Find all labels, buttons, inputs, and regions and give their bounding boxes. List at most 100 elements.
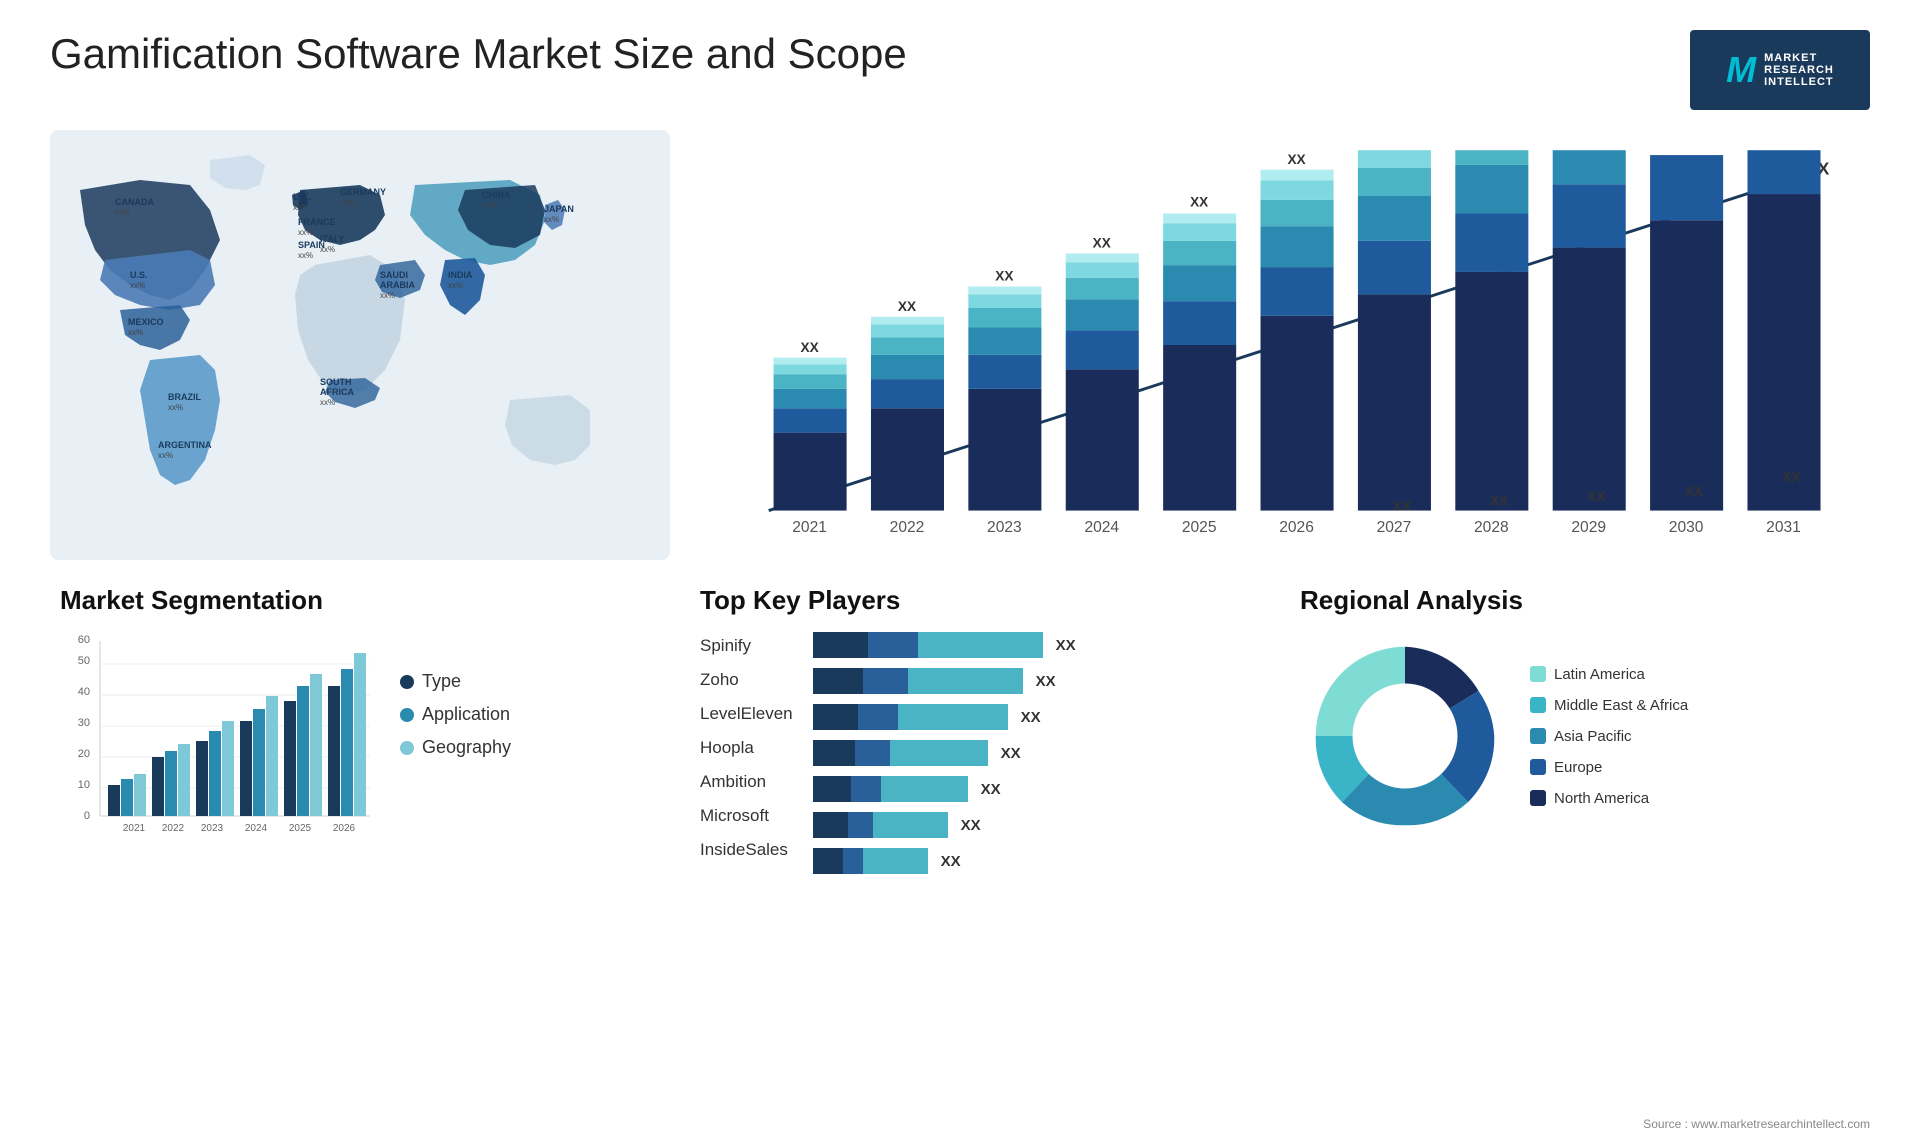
segmentation-legend: Type Application Geography: [400, 631, 511, 758]
svg-text:10: 10: [78, 779, 90, 791]
svg-text:2023: 2023: [987, 519, 1022, 536]
map-label-uk: U.K.: [293, 192, 311, 202]
map-sub-germany: xx%: [340, 198, 355, 207]
map-label-mexico: MEXICO: [128, 317, 164, 327]
svg-text:2027: 2027: [1377, 519, 1412, 536]
legend-label-geography: Geography: [422, 737, 511, 758]
regional-section: Regional Analysis: [1290, 575, 1870, 1106]
map-sub-argentina: xx%: [158, 451, 173, 460]
bar-microsoft-light: [873, 812, 948, 838]
bar-microsoft: [813, 812, 948, 838]
svg-text:XX: XX: [1587, 489, 1605, 504]
page-container: Gamification Software Market Size and Sc…: [0, 0, 1920, 1146]
legend-europe: Europe: [1530, 759, 1688, 776]
map-sub-us: xx%: [130, 281, 145, 290]
legend-label-type: Type: [422, 671, 461, 692]
segmentation-chart-svg: 0 10 20 30 40 50 60: [60, 631, 380, 851]
legend-dot-type: [400, 675, 414, 689]
player-ambition: Ambition: [700, 772, 793, 792]
svg-text:40: 40: [78, 686, 90, 698]
bar-row-ambition: XX: [813, 775, 1260, 803]
legend-item-type: Type: [400, 671, 511, 692]
map-sub-italy: xx%: [320, 245, 335, 254]
header: Gamification Software Market Size and Sc…: [50, 30, 1870, 110]
legend-color-europe: [1530, 759, 1546, 775]
svg-text:0: 0: [84, 810, 90, 822]
map-label-saudi: SAUDI: [380, 270, 408, 280]
bar-insidesales: [813, 848, 928, 874]
player-names-list: Spinify Zoho LevelEleven Hoopla Ambition…: [700, 631, 793, 875]
map-label-us: U.S.: [130, 270, 148, 280]
bar-microsoft-value: XX: [961, 817, 981, 834]
svg-text:2028: 2028: [1474, 519, 1509, 536]
map-label-japan: JAPAN: [544, 204, 574, 214]
donut-chart-svg: [1300, 631, 1510, 841]
player-hoopla: Hoopla: [700, 738, 793, 758]
map-label-italy: ITALY: [320, 234, 345, 244]
player-spinify: Spinify: [700, 636, 793, 656]
svg-text:XX: XX: [898, 299, 916, 314]
svg-text:XX: XX: [1782, 469, 1800, 484]
svg-text:60: 60: [78, 634, 90, 646]
map-sub-japan: xx%: [544, 215, 559, 224]
logo-line2: RESEARCH: [1764, 64, 1834, 76]
svg-text:XX: XX: [801, 340, 819, 355]
svg-text:2031: 2031: [1766, 519, 1801, 536]
bar-hoopla: [813, 740, 988, 766]
bar-spinify-value: XX: [1056, 637, 1076, 654]
svg-text:XX: XX: [995, 269, 1013, 284]
bar-insidesales-mid: [843, 848, 863, 874]
logo-box: M MARKET RESEARCH INTELLECT: [1690, 30, 1870, 110]
legend-latin-america: Latin America: [1530, 666, 1688, 683]
bar-ambition-value: XX: [981, 781, 1001, 798]
bar-spinify-dark: [813, 632, 868, 658]
legend-color-apac: [1530, 728, 1546, 744]
bar-row-insidesales: XX: [813, 847, 1260, 875]
svg-text:2022: 2022: [162, 823, 185, 834]
svg-text:XX: XX: [1490, 494, 1508, 509]
legend-label-latin: Latin America: [1554, 666, 1645, 683]
logo-area: M MARKET RESEARCH INTELLECT: [1690, 30, 1870, 110]
map-sub-canada: xx%: [115, 208, 130, 217]
svg-text:2029: 2029: [1571, 519, 1606, 536]
svg-text:XX: XX: [1287, 152, 1305, 167]
svg-text:2030: 2030: [1669, 519, 1704, 536]
bar-leveleleven-value: XX: [1021, 709, 1041, 726]
svg-text:50: 50: [78, 655, 90, 667]
svg-text:2021: 2021: [792, 519, 827, 536]
legend-dot-application: [400, 708, 414, 722]
bar-row-zoho: XX: [813, 667, 1260, 695]
segmentation-title: Market Segmentation: [60, 585, 660, 616]
map-label-saudi2: ARABIA: [380, 280, 415, 290]
legend-label-application: Application: [422, 704, 510, 725]
svg-text:XX: XX: [1093, 236, 1111, 251]
world-map-svg: CANADA xx% U.S. xx% MEXICO xx% BRAZIL xx…: [50, 130, 670, 560]
source-text: Source : www.marketresearchintellect.com: [1643, 1117, 1870, 1131]
legend-item-geography: Geography: [400, 737, 511, 758]
svg-text:2026: 2026: [1279, 519, 1314, 536]
market-bar-chart-svg: XX 2021 XX: [720, 140, 1840, 550]
segmentation-section: Market Segmentation 0 10 20 30 40 50 60: [50, 575, 670, 1106]
map-sub-saudi: xx%: [380, 291, 395, 300]
map-label-southafrica: SOUTH: [320, 377, 352, 387]
bar-insidesales-value: XX: [941, 853, 961, 870]
bar-hoopla-light: [890, 740, 988, 766]
bar-spinify-mid: [868, 632, 918, 658]
bar-ambition: [813, 776, 968, 802]
legend-color-mea: [1530, 697, 1546, 713]
key-players-title: Top Key Players: [700, 585, 1260, 616]
map-sub-southafrica: xx%: [320, 398, 335, 407]
svg-text:2021: 2021: [123, 823, 146, 834]
bar-zoho-mid: [863, 668, 908, 694]
bar-ambition-dark: [813, 776, 851, 802]
player-insidesales: InsideSales: [700, 840, 793, 860]
bar-ambition-light: [881, 776, 968, 802]
regional-title: Regional Analysis: [1300, 585, 1860, 616]
legend-asia-pacific: Asia Pacific: [1530, 728, 1688, 745]
bar-leveleleven-light: [898, 704, 1008, 730]
donut-chart-area: Latin America Middle East & Africa Asia …: [1300, 631, 1860, 841]
bar-row-hoopla: XX: [813, 739, 1260, 767]
svg-text:2022: 2022: [890, 519, 925, 536]
bar-zoho: [813, 668, 1023, 694]
bar-zoho-value: XX: [1036, 673, 1056, 690]
